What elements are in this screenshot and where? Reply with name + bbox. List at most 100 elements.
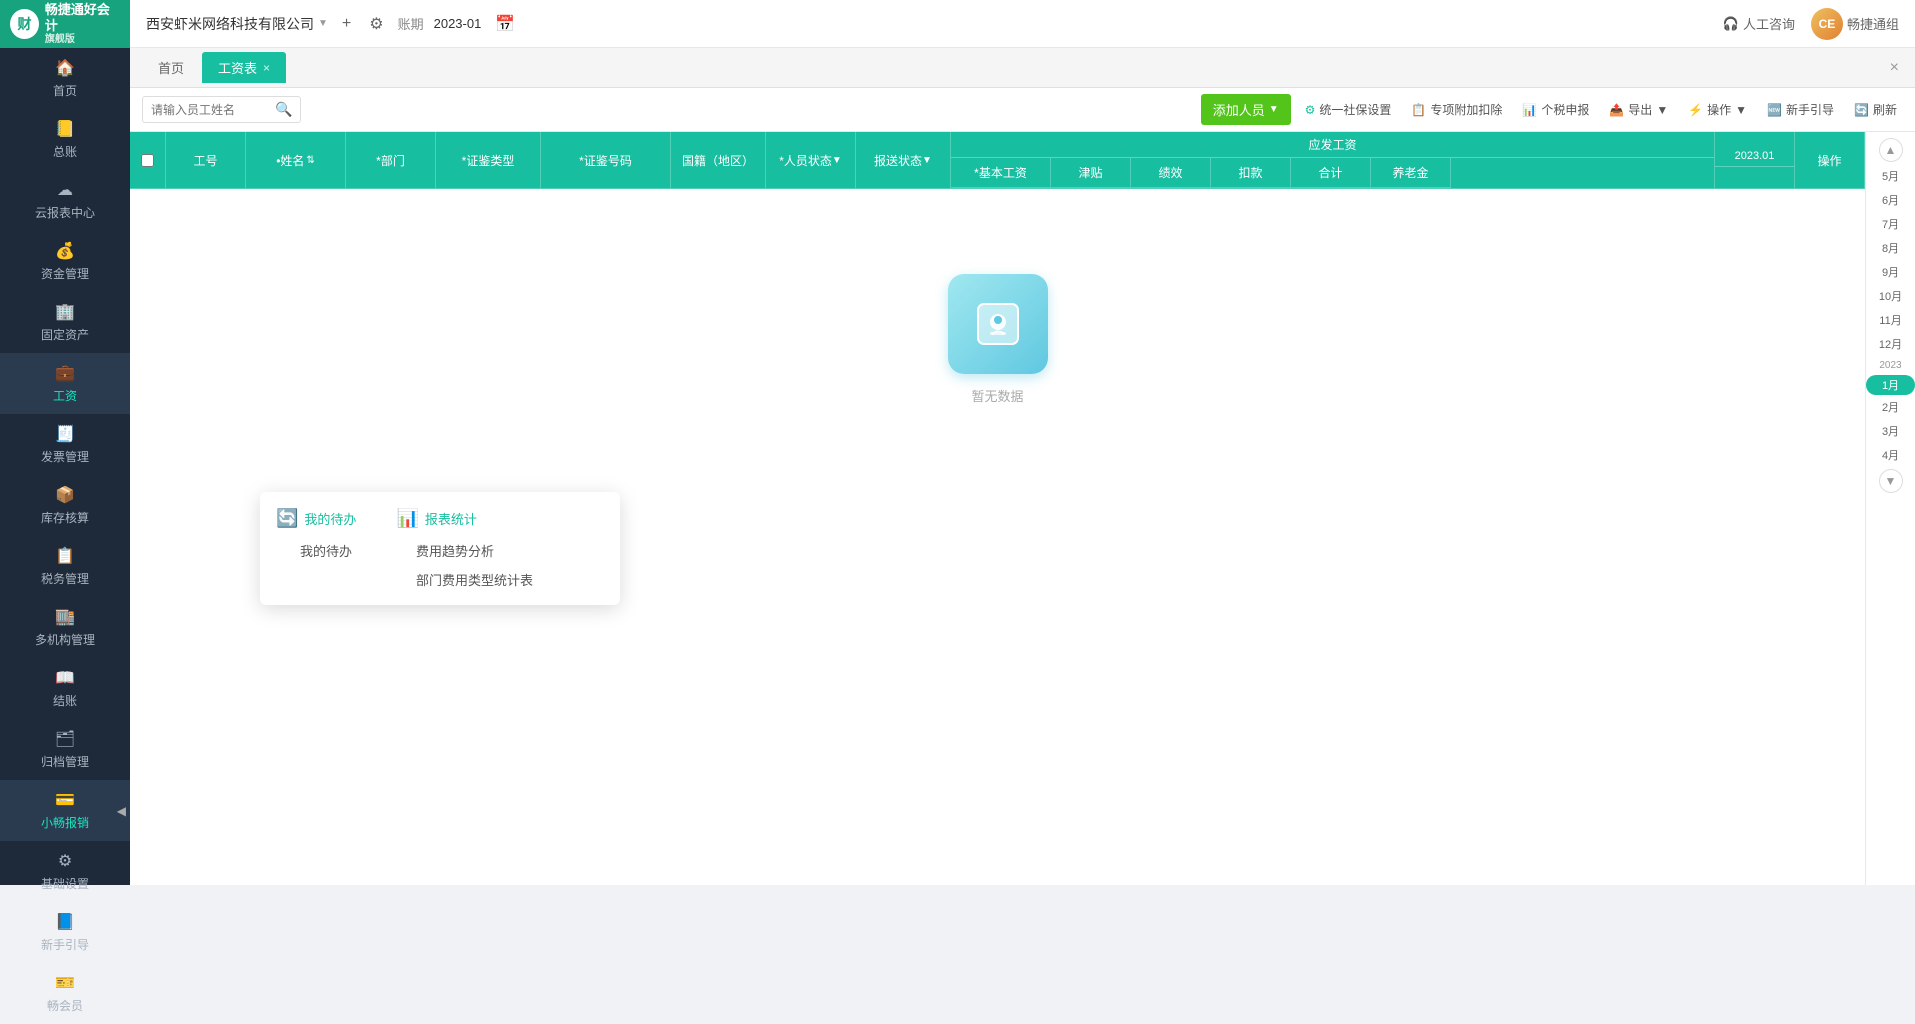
th-no: 工号: [166, 132, 246, 189]
timeline-month-4[interactable]: 4月: [1866, 443, 1915, 467]
timeline-month-5[interactable]: 5月: [1866, 164, 1915, 188]
headset-icon: 🎧: [1723, 16, 1739, 32]
add-company-button[interactable]: +: [338, 11, 355, 37]
th-status: *人员状态 ▼: [766, 132, 856, 189]
sidebar-item-closing[interactable]: 📖 结账: [0, 658, 130, 719]
timeline-month-2[interactable]: 2月: [1866, 395, 1915, 419]
th-nation: 国籍（地区）: [671, 132, 766, 189]
close-tab-button[interactable]: ×: [1886, 55, 1903, 81]
sidebar-item-expense[interactable]: 💳 小畅报销 ◀: [0, 780, 130, 841]
filter-icon2: ▼: [922, 155, 932, 166]
inventory-icon: 📦: [55, 485, 75, 505]
company-selector[interactable]: 西安虾米网络科技有限公司 ▼: [146, 14, 328, 34]
sidebar-item-label: 畅会员: [47, 997, 83, 1014]
sidebar-item-tax[interactable]: 📋 税务管理: [0, 536, 130, 597]
cloud-icon: ☁: [57, 180, 73, 200]
tab-close-icon[interactable]: ×: [263, 61, 270, 75]
sidebar-item-guide[interactable]: 📘 新手引导: [0, 902, 130, 963]
logo-icon: 财: [10, 9, 39, 39]
wage-sub-headers: *基本工资 津贴 绩效 扣款 合计 养老金: [951, 158, 1714, 188]
export-button[interactable]: 📤 导出 ▼: [1603, 97, 1674, 122]
popup-section-todo[interactable]: 🔄 我的待办: [276, 508, 356, 529]
sidebar-item-settings[interactable]: ⚙ 基础设置: [0, 841, 130, 902]
timeline-month-7[interactable]: 7月: [1866, 212, 1915, 236]
sidebar-item-finance[interactable]: 💰 资金管理: [0, 231, 130, 292]
th-status-label: *人员状态: [779, 152, 832, 169]
sidebar-item-member[interactable]: 🎫 畅会员: [0, 963, 130, 1024]
sidebar-item-inventory[interactable]: 📦 库存核算: [0, 475, 130, 536]
timeline-month-9[interactable]: 9月: [1866, 260, 1915, 284]
th-nation-label: 国籍（地区）: [682, 152, 754, 169]
sidebar-item-ledger[interactable]: 📒 总账: [0, 109, 130, 170]
ledger-icon: 📒: [55, 119, 75, 139]
th-total: 合计: [1291, 158, 1371, 188]
op-label: 操作: [1707, 101, 1731, 118]
popup-item-dept-stat[interactable]: 部门费用类型统计表: [416, 570, 533, 589]
th-deduct: 扣款: [1211, 158, 1291, 188]
th-sort-icon: ⇅: [306, 155, 314, 166]
timeline-panel: ▲ 5月 6月 7月 8月 9月 10月 11月 12月 2023 1月 2月 …: [1865, 132, 1915, 885]
filter-icon: ▼: [832, 155, 842, 166]
app-edition: 旗舰版: [45, 34, 120, 46]
select-all-checkbox[interactable]: [141, 154, 154, 167]
sidebar-item-multi-org[interactable]: 🏬 多机构管理: [0, 597, 130, 658]
timeline-month-8[interactable]: 8月: [1866, 236, 1915, 260]
tax-report-button[interactable]: 📊 个税申报: [1516, 97, 1595, 122]
tab-payroll[interactable]: 工资表 ×: [202, 52, 286, 83]
th-cert-no-label: *证鉴号码: [579, 152, 632, 169]
popup-item-todo[interactable]: 我的待办: [300, 541, 352, 560]
search-icon: 🔍: [275, 101, 292, 118]
popup-section-report[interactable]: 📊 报表统计: [396, 508, 476, 529]
sidebar: 财 畅捷通好会计 旗舰版 🏠 首页 📒 总账 ☁ 云报表中心 💰 资金管理 🏢 …: [0, 0, 130, 885]
popup-item-trend[interactable]: 费用趋势分析: [416, 541, 533, 560]
timeline-month-6[interactable]: 6月: [1866, 188, 1915, 212]
th-name: •姓名 ⇅: [246, 132, 346, 189]
timeline-month-12[interactable]: 12月: [1866, 332, 1915, 356]
guide-icon: 📘: [55, 912, 75, 932]
sidebar-item-invoice[interactable]: 🧾 发票管理: [0, 414, 130, 475]
op-icon: ⚡: [1688, 103, 1703, 117]
payroll-icon: 💼: [55, 363, 75, 383]
th-dept-label: *部门: [376, 152, 405, 169]
settings-icon: ⚙: [58, 851, 72, 871]
sidebar-item-home[interactable]: 🏠 首页: [0, 48, 130, 109]
sidebar-item-cloud-report[interactable]: ☁ 云报表中心: [0, 170, 130, 231]
refresh-label: 刷新: [1873, 101, 1897, 118]
empty-icon: [948, 274, 1048, 374]
guide-button[interactable]: 🆕 新手引导: [1761, 97, 1840, 122]
sidebar-item-label: 归档管理: [41, 753, 89, 770]
sidebar-item-label: 基础设置: [41, 875, 89, 892]
calendar-button[interactable]: 📅: [491, 10, 519, 38]
th-pension: 养老金: [1371, 158, 1451, 188]
user-info[interactable]: CE 畅捷通组: [1811, 8, 1899, 40]
settings-button[interactable]: ⚙: [365, 10, 387, 38]
sidebar-item-label: 税务管理: [41, 570, 89, 587]
th-ops-label: 操作: [1817, 152, 1841, 169]
timeline-month-1[interactable]: 1月: [1866, 375, 1915, 395]
popup-content: 我的待办 费用趋势分析 部门费用类型统计表: [276, 541, 604, 589]
sidebar-item-payroll[interactable]: 💼 工资: [0, 353, 130, 414]
wage-group-label: 应发工资: [951, 132, 1714, 158]
refresh-button[interactable]: 🔄 刷新: [1848, 97, 1903, 122]
sidebar-item-label: 结账: [53, 692, 77, 709]
guide-icon-tb: 🆕: [1767, 103, 1782, 117]
th-allowance: 津贴: [1051, 158, 1131, 188]
support-link[interactable]: 🎧 人工咨询: [1723, 14, 1795, 33]
sidebar-item-assets[interactable]: 🏢 固定资产: [0, 292, 130, 353]
social-security-button[interactable]: ⚙ 统一社保设置: [1299, 97, 1398, 122]
timeline-down-button[interactable]: ▼: [1879, 469, 1903, 493]
timeline-month-10[interactable]: 10月: [1866, 284, 1915, 308]
timeline-month-11[interactable]: 11月: [1866, 308, 1915, 332]
timeline-up-button[interactable]: ▲: [1879, 138, 1903, 162]
tab-payroll-label: 工资表: [218, 58, 257, 77]
deduction-label: 专项附加扣除: [1430, 101, 1502, 118]
operation-button[interactable]: ⚡ 操作 ▼: [1682, 97, 1753, 122]
todo-title: 我的待办: [304, 509, 356, 528]
add-person-button[interactable]: 添加人员 ▼: [1201, 94, 1291, 125]
closing-icon: 📖: [55, 668, 75, 688]
timeline-month-3[interactable]: 3月: [1866, 419, 1915, 443]
sidebar-item-archive[interactable]: 🗂 归档管理: [0, 719, 130, 780]
search-input[interactable]: [151, 103, 271, 117]
deduction-button[interactable]: 📋 专项附加扣除: [1405, 97, 1508, 122]
tab-home[interactable]: 首页: [142, 52, 200, 83]
